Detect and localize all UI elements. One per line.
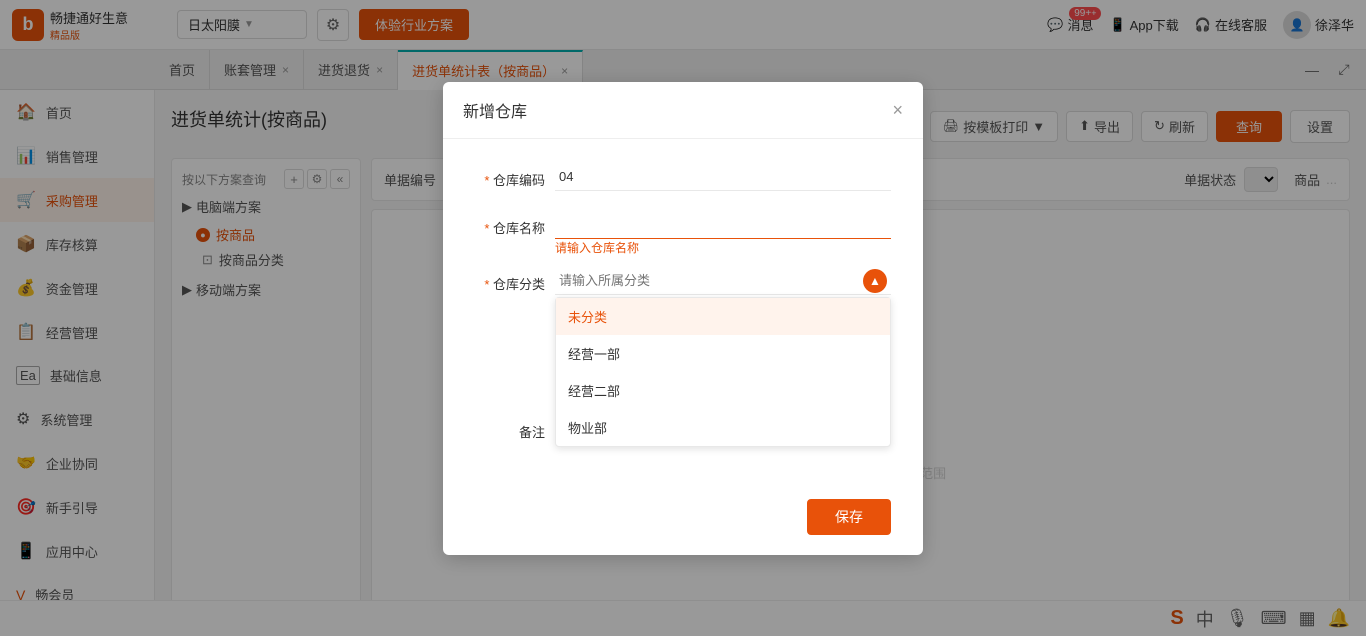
category-row: 仓库分类 ▲ 未分类 经营一部 经营二部 物业部 [475,267,891,295]
code-input[interactable] [555,163,891,191]
dialog-header: 新增仓库 × [443,82,923,139]
code-label: 仓库编码 [475,163,555,189]
category-select-wrapper: ▲ 未分类 经营一部 经营二部 物业部 [555,267,891,295]
modal-overlay: 新增仓库 × 仓库编码 仓库名称 请输入仓库名称 仓库分类 [0,0,1366,636]
dropdown-item-dept1[interactable]: 经营一部 [556,335,890,372]
save-button[interactable]: 保存 [807,499,891,535]
dialog-body: 仓库编码 仓库名称 请输入仓库名称 仓库分类 ▲ 未分类 [443,139,923,487]
close-button[interactable]: × [892,101,903,119]
category-toggle-button[interactable]: ▲ [863,269,887,293]
dropdown-item-uncategorized[interactable]: 未分类 [556,298,890,335]
name-input[interactable] [555,211,891,239]
name-error-message: 请输入仓库名称 [555,239,639,256]
category-dropdown: 未分类 经营一部 经营二部 物业部 [555,297,891,447]
add-warehouse-dialog: 新增仓库 × 仓库编码 仓库名称 请输入仓库名称 仓库分类 [443,82,923,555]
note-label: 备注 [475,415,555,441]
code-row: 仓库编码 [475,163,891,191]
category-label: 仓库分类 [475,267,555,293]
name-row: 仓库名称 请输入仓库名称 [475,211,891,239]
name-label: 仓库名称 [475,211,555,237]
category-input[interactable] [555,267,891,295]
dialog-title: 新增仓库 [463,98,527,122]
dropdown-item-property[interactable]: 物业部 [556,409,890,446]
dialog-footer: 保存 [443,487,923,555]
dropdown-item-dept2[interactable]: 经营二部 [556,372,890,409]
